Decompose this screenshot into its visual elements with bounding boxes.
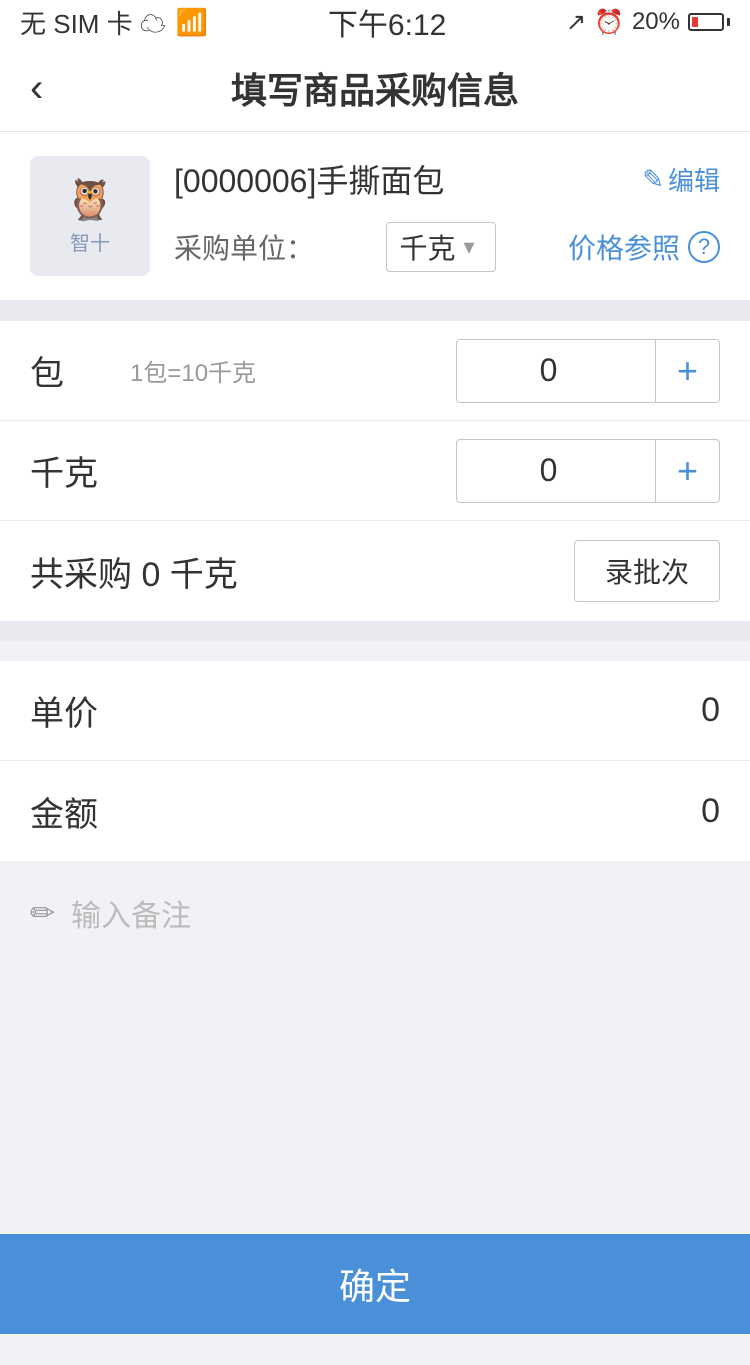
pricing-section: 单价 0 金额 0 xyxy=(0,661,750,861)
status-right: ↗ ⏰ 20% xyxy=(566,8,730,37)
status-time: 下午6:12 xyxy=(328,0,446,44)
amount-value: 0 xyxy=(701,792,720,831)
confirm-button[interactable]: 确定 xyxy=(0,1234,750,1334)
amount-label: 金额 xyxy=(30,787,98,836)
alarm-icon: ⏰ xyxy=(594,8,624,37)
wifi-icon: 📶 xyxy=(176,7,208,38)
batch-button[interactable]: 录批次 xyxy=(574,540,720,602)
help-icon: ? xyxy=(688,231,720,263)
pencil-icon: ✏ xyxy=(30,896,55,931)
back-button[interactable]: ‹ xyxy=(30,68,43,108)
battery-percent: 20% xyxy=(632,8,680,36)
bag-number-box: + xyxy=(456,339,720,403)
summary-row: 共采购 0 千克 录批次 xyxy=(0,521,750,621)
bag-plus-button[interactable]: + xyxy=(656,339,720,403)
edit-button[interactable]: ✎ 编辑 xyxy=(642,161,720,198)
unit-price-row: 单价 0 xyxy=(0,661,750,761)
edit-icon: ✎ xyxy=(642,164,664,195)
remarks-section[interactable]: ✏ 输入备注 xyxy=(0,861,750,965)
unit-label: 采购单位： xyxy=(174,227,314,267)
product-name-row: [0000006]手撕面包 ✎ 编辑 xyxy=(174,156,720,202)
bag-input-row: 包 1包=10千克 + xyxy=(0,321,750,421)
unit-select[interactable]: 千克 ▾ xyxy=(386,222,495,272)
sim-label: 无 SIM 卡 ☁ xyxy=(20,4,166,41)
unit-value: 千克 xyxy=(399,227,455,267)
product-info: [0000006]手撕面包 ✎ 编辑 采购单位： 千克 ▾ 价格参照 ? xyxy=(174,156,720,272)
section-divider-1 xyxy=(0,301,750,321)
section-divider-2 xyxy=(0,621,750,641)
bag-sublabel: 1包=10千克 xyxy=(130,353,436,388)
chevron-down-icon: ▾ xyxy=(463,234,474,260)
nav-bar: ‹ 填写商品采购信息 xyxy=(0,44,750,132)
product-card: 🦉 智十 [0000006]手撕面包 ✎ 编辑 采购单位： 千克 ▾ 价格参照 … xyxy=(0,132,750,301)
empty-area xyxy=(0,965,750,1265)
product-image: 🦉 智十 xyxy=(30,156,150,276)
location-icon: ↗ xyxy=(566,8,586,37)
edit-label: 编辑 xyxy=(668,161,720,198)
amount-row: 金额 0 xyxy=(0,761,750,861)
unit-price-label: 单价 xyxy=(30,686,98,735)
product-logo-label: 智十 xyxy=(70,227,110,256)
status-left: 无 SIM 卡 ☁ 📶 xyxy=(20,4,208,41)
kg-input[interactable] xyxy=(456,439,656,503)
kg-number-box: + xyxy=(456,439,720,503)
product-name: [0000006]手撕面包 xyxy=(174,156,444,202)
kg-input-row: 千克 + xyxy=(0,421,750,521)
summary-text: 共采购 0 千克 xyxy=(30,547,238,596)
bag-input[interactable] xyxy=(456,339,656,403)
price-ref-label: 价格参照 xyxy=(568,227,680,267)
price-ref-button[interactable]: 价格参照 ? xyxy=(568,227,720,267)
kg-label: 千克 xyxy=(30,446,110,495)
battery-icon xyxy=(688,13,730,31)
remarks-placeholder: 输入备注 xyxy=(71,891,191,935)
unit-price-value: 0 xyxy=(701,691,720,730)
kg-plus-button[interactable]: + xyxy=(656,439,720,503)
input-section: 包 1包=10千克 + 千克 + 共采购 0 千克 录批次 xyxy=(0,321,750,621)
unit-row: 采购单位： 千克 ▾ 价格参照 ? xyxy=(174,222,720,272)
status-bar: 无 SIM 卡 ☁ 📶 下午6:12 ↗ ⏰ 20% xyxy=(0,0,750,44)
page-title: 填写商品采购信息 xyxy=(231,62,519,114)
product-logo-icon: 🦉 xyxy=(65,176,115,223)
bag-label: 包 xyxy=(30,346,110,395)
